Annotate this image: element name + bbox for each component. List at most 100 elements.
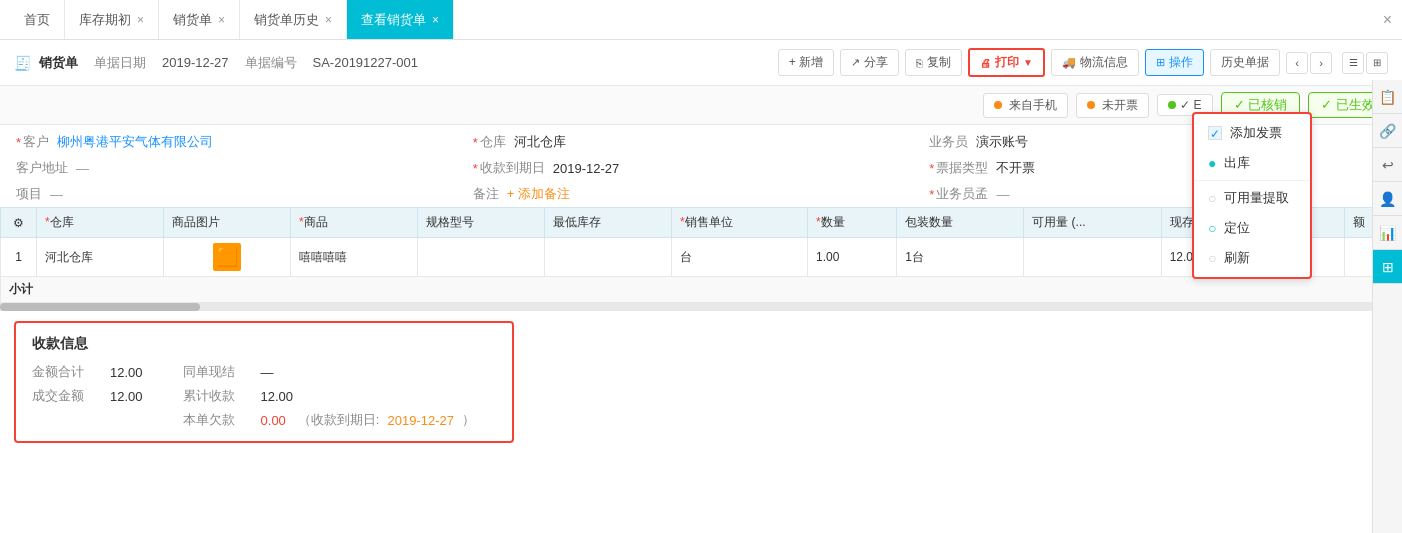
staff-label: 业务员 — [929, 133, 968, 151]
same-settle-label: 同单现结 — [183, 363, 253, 381]
balance-row: 本单欠款 0.00 （收款到期日: 2019-12-27 ） — [183, 411, 475, 429]
add-invoice-label: 添加发票 — [1230, 124, 1282, 142]
sidebar-icon-6[interactable]: ⊞ — [1373, 250, 1403, 284]
close-tab-inventory[interactable]: × — [137, 13, 144, 27]
row-seq: 1 — [1, 238, 37, 277]
history-button[interactable]: 历史单据 — [1210, 49, 1280, 76]
list-view-button[interactable]: ☰ — [1342, 52, 1364, 74]
ticket-type-field: * 票据类型 不开票 — [929, 159, 1386, 177]
tab-sales-history[interactable]: 销货单历史 × — [240, 0, 347, 39]
tab-sales[interactable]: 销货单 × — [159, 0, 240, 39]
orange-dot-icon — [994, 101, 1002, 109]
customer-field: * 客户 柳州粤港平安气体有限公司 — [16, 133, 473, 151]
tab-inventory[interactable]: 库存期初 × — [65, 0, 159, 39]
payment-rows: 金额合计 12.00 成交金额 12.00 同单现结 — — [32, 363, 496, 429]
not-open-button[interactable]: 未开票 — [1076, 93, 1149, 118]
available-qty-label: 可用量提取 — [1224, 189, 1289, 207]
project-label: 项目 — [16, 185, 42, 203]
customer-value[interactable]: 柳州粤港平安气体有限公司 — [57, 133, 213, 151]
balance-note-end: ） — [462, 411, 475, 429]
window-close-button[interactable]: × — [1383, 11, 1392, 29]
row-pack-qty: 1台 — [897, 238, 1024, 277]
nav-arrows: ‹ › — [1286, 52, 1332, 74]
doc-title-label: 销货单 — [39, 54, 78, 72]
address-value: — — [76, 161, 89, 176]
row-warehouse: 河北仓库 — [37, 238, 164, 277]
balance-note: （收款到期日: — [298, 411, 380, 429]
add-invoice-item[interactable]: ✓ 添加发票 — [1194, 118, 1310, 148]
payment-date-value[interactable]: 2019-12-27 — [553, 161, 620, 176]
horizontal-scrollbar[interactable] — [0, 303, 1402, 311]
cumulative-label: 累计收款 — [183, 387, 253, 405]
share-button[interactable]: ↗ 分享 — [840, 49, 899, 76]
subtotal-label: 小计 — [1, 277, 1402, 303]
ticket-type-value[interactable]: 不开票 — [996, 159, 1035, 177]
outbound-label: 出库 — [1224, 154, 1250, 172]
refresh-item[interactable]: ○ 刷新 — [1194, 243, 1310, 273]
staff2-value: — — [996, 187, 1009, 202]
col-unit: *销售单位 — [671, 208, 807, 238]
tab-home[interactable]: 首页 — [10, 0, 65, 39]
customer-required-mark: * — [16, 135, 21, 150]
radio-empty-icon: ○ — [1208, 190, 1216, 206]
print-button[interactable]: 🖨 打印 ▼ — [968, 48, 1045, 77]
row-unit: 台 — [671, 238, 807, 277]
right-sidebar: 📋 🔗 ↩ 👤 📊 ⊞ — [1372, 80, 1402, 533]
close-tab-sales[interactable]: × — [218, 13, 225, 27]
tab-view-sales[interactable]: 查看销货单 × — [347, 0, 454, 39]
sidebar-icon-1[interactable]: 📋 — [1373, 80, 1403, 114]
ticket-required: * — [929, 161, 934, 176]
logistics-button[interactable]: 🚚 物流信息 — [1051, 49, 1139, 76]
col-pack-qty: 包装数量 — [897, 208, 1024, 238]
copy-button[interactable]: ⎘ 复制 — [905, 49, 962, 76]
col-product: *商品 — [290, 208, 417, 238]
payment-date-required: * — [473, 161, 478, 176]
new-button[interactable]: + 新增 — [778, 49, 834, 76]
col-product-img: 商品图片 — [163, 208, 290, 238]
project-value: — — [50, 187, 63, 202]
document-toolbar: 🧾 销货单 单据日期 2019-12-27 单据编号 SA-20191227-0… — [0, 40, 1402, 86]
customer-label: 客户 — [23, 133, 49, 151]
operate-button[interactable]: ⊞ 操作 — [1145, 49, 1204, 76]
row-model — [417, 238, 544, 277]
staff-value: 演示账号 — [976, 133, 1028, 151]
warehouse-label: 仓库 — [480, 133, 506, 151]
prev-button[interactable]: ‹ — [1286, 52, 1308, 74]
sidebar-icon-5[interactable]: 📊 — [1373, 216, 1403, 250]
radio-empty2-icon: ○ — [1208, 250, 1216, 266]
row-quantity: 1.00 — [808, 238, 897, 277]
same-settle-value: — — [261, 365, 274, 380]
col-model: 规格型号 — [417, 208, 544, 238]
green-dot-icon — [1168, 101, 1176, 109]
grid-view-button[interactable]: ⊞ — [1366, 52, 1388, 74]
doc-date-label: 单据日期 — [94, 54, 146, 72]
sidebar-icon-4[interactable]: 👤 — [1373, 182, 1403, 216]
staff2-field: * 业务员孟 — — [929, 185, 1386, 203]
warehouse-value[interactable]: 河北仓库 — [514, 133, 566, 151]
add-notes-button[interactable]: + 添加备注 — [507, 185, 570, 203]
col-warehouse: *仓库 — [37, 208, 164, 238]
ticket-type-label: 票据类型 — [936, 159, 988, 177]
available-qty-item[interactable]: ○ 可用量提取 — [1194, 183, 1310, 213]
doc-meta-area: 单据日期 2019-12-27 单据编号 SA-20191227-001 — [94, 54, 418, 72]
sidebar-icon-2[interactable]: 🔗 — [1373, 114, 1403, 148]
from-phone-button[interactable]: 来自手机 — [983, 93, 1068, 118]
doc-date-value: 2019-12-27 — [162, 55, 229, 70]
warehouse-required-mark: * — [473, 135, 478, 150]
outbound-item[interactable]: ● 出库 — [1194, 148, 1310, 178]
col-settings[interactable]: ⚙ — [1, 208, 37, 238]
close-tab-view-sales[interactable]: × — [432, 13, 439, 27]
payment-info-title: 收款信息 — [32, 335, 496, 353]
tab-bar: 首页 库存期初 × 销货单 × 销货单历史 × 查看销货单 × × — [0, 0, 1402, 40]
scrollbar-thumb[interactable] — [0, 303, 200, 311]
doc-number-label: 单据编号 — [245, 54, 297, 72]
payment-col-right: 同单现结 — 累计收款 12.00 本单欠款 0.00 （收款到期日: 2019… — [183, 363, 475, 429]
row-product[interactable]: 嘻嘻嘻嘻 — [290, 238, 417, 277]
deal-amount-label: 成交金额 — [32, 387, 102, 405]
close-tab-sales-history[interactable]: × — [325, 13, 332, 27]
total-amount-label: 金额合计 — [32, 363, 102, 381]
sidebar-icon-3[interactable]: ↩ — [1373, 148, 1403, 182]
locate-item[interactable]: ○ 定位 — [1194, 213, 1310, 243]
next-button[interactable]: › — [1310, 52, 1332, 74]
doc-icon: 🧾 — [14, 55, 31, 71]
